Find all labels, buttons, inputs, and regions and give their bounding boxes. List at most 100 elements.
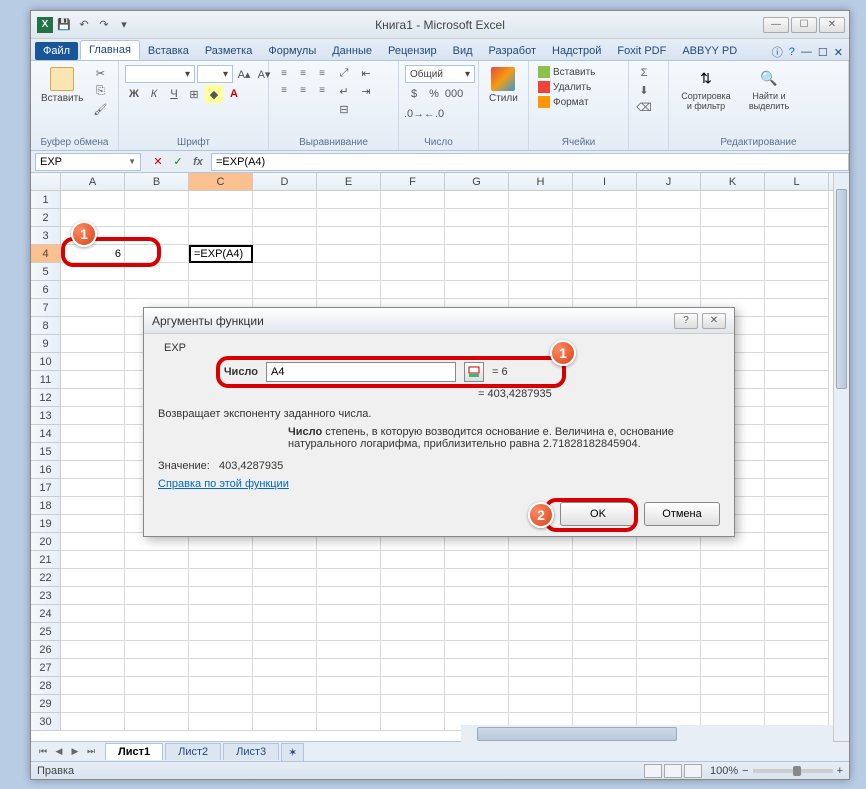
indent-increase-icon[interactable]: ⇥ [357, 83, 375, 99]
cell[interactable] [765, 659, 829, 677]
cell[interactable] [381, 263, 445, 281]
cell[interactable] [189, 587, 253, 605]
enter-formula-icon[interactable]: ✓ [169, 153, 187, 171]
cell[interactable] [317, 605, 381, 623]
cell[interactable] [253, 659, 317, 677]
cell[interactable] [253, 245, 317, 263]
cell[interactable] [445, 641, 509, 659]
row-header[interactable]: 2 [31, 209, 61, 227]
cell[interactable] [61, 479, 125, 497]
cell[interactable] [509, 227, 573, 245]
formula-input[interactable]: =EXP(A4) [211, 153, 849, 171]
redo-icon[interactable]: ↷ [95, 16, 113, 34]
copy-icon[interactable]: ⎘ [91, 83, 109, 99]
cell[interactable] [381, 191, 445, 209]
cell[interactable] [61, 659, 125, 677]
cell[interactable] [445, 677, 509, 695]
cell[interactable] [253, 587, 317, 605]
tab-addins[interactable]: Надстрой [544, 42, 609, 60]
cell[interactable] [61, 677, 125, 695]
increase-decimal-icon[interactable]: .0→ [405, 105, 423, 123]
cell[interactable] [61, 695, 125, 713]
fill-color-button[interactable]: ◆ [205, 85, 223, 103]
new-sheet-button[interactable]: ✶ [281, 743, 304, 761]
cell[interactable] [125, 605, 189, 623]
dialog-close-button[interactable]: ✕ [702, 313, 726, 329]
cell[interactable] [125, 641, 189, 659]
cell[interactable] [509, 623, 573, 641]
cell[interactable] [61, 317, 125, 335]
align-center-icon[interactable]: ≡ [294, 82, 312, 98]
cell[interactable] [445, 569, 509, 587]
cell[interactable] [253, 605, 317, 623]
cancel-formula-icon[interactable]: ✕ [149, 153, 167, 171]
cell[interactable] [509, 191, 573, 209]
tab-insert[interactable]: Вставка [140, 42, 197, 60]
view-layout-icon[interactable] [664, 764, 682, 778]
cell[interactable] [61, 281, 125, 299]
row-header[interactable]: 13 [31, 407, 61, 425]
cell[interactable] [61, 515, 125, 533]
cell[interactable] [765, 209, 829, 227]
cell[interactable] [253, 227, 317, 245]
cell[interactable] [317, 677, 381, 695]
cell[interactable] [381, 227, 445, 245]
find-select-button[interactable]: 🔍 Найти и выделить [741, 65, 797, 113]
cell[interactable] [509, 659, 573, 677]
cell[interactable] [637, 641, 701, 659]
format-cells-button[interactable]: Формат [535, 95, 598, 109]
cell[interactable] [189, 551, 253, 569]
cell[interactable] [701, 605, 765, 623]
cell[interactable] [61, 443, 125, 461]
row-header[interactable]: 16 [31, 461, 61, 479]
bold-button[interactable]: Ж [125, 85, 143, 103]
sort-filter-button[interactable]: ⇅ Сортировка и фильтр [675, 65, 737, 113]
save-icon[interactable]: 💾 [55, 16, 73, 34]
decrease-decimal-icon[interactable]: ←.0 [425, 105, 443, 123]
cell[interactable] [765, 641, 829, 659]
dialog-help-button[interactable]: ? [674, 313, 698, 329]
cell[interactable] [189, 263, 253, 281]
cell[interactable] [61, 713, 125, 731]
cell[interactable] [381, 605, 445, 623]
cell[interactable] [253, 281, 317, 299]
row-header[interactable]: 8 [31, 317, 61, 335]
tab-layout[interactable]: Разметка [197, 42, 261, 60]
cell[interactable] [765, 533, 829, 551]
name-box[interactable]: EXP ▼ [35, 153, 141, 171]
undo-icon[interactable]: ↶ [75, 16, 93, 34]
cell[interactable] [765, 497, 829, 515]
tab-developer[interactable]: Разработ [481, 42, 544, 60]
cell[interactable] [637, 281, 701, 299]
cell[interactable] [509, 605, 573, 623]
cell[interactable] [253, 209, 317, 227]
cell[interactable] [637, 587, 701, 605]
indent-decrease-icon[interactable]: ⇤ [357, 65, 375, 81]
row-header[interactable]: 9 [31, 335, 61, 353]
tab-foxit[interactable]: Foxit PDF [609, 42, 674, 60]
col-header-c[interactable]: C [189, 173, 253, 190]
cell[interactable] [253, 263, 317, 281]
cell[interactable] [509, 263, 573, 281]
cell[interactable] [61, 461, 125, 479]
cell[interactable] [61, 533, 125, 551]
cell[interactable] [317, 191, 381, 209]
percent-icon[interactable]: % [425, 85, 443, 103]
underline-button[interactable]: Ч [165, 85, 183, 103]
cell[interactable] [573, 551, 637, 569]
cell[interactable] [445, 605, 509, 623]
cell[interactable] [765, 677, 829, 695]
cell[interactable] [317, 623, 381, 641]
cell[interactable] [573, 641, 637, 659]
cell[interactable] [445, 587, 509, 605]
cell[interactable] [253, 677, 317, 695]
row-header[interactable]: 3 [31, 227, 61, 245]
cell[interactable] [445, 209, 509, 227]
window-min-icon[interactable]: — [801, 46, 812, 58]
comma-icon[interactable]: 000 [445, 85, 463, 103]
cell[interactable] [701, 569, 765, 587]
minimize-ribbon-icon[interactable]: ⓘ [772, 44, 783, 60]
grow-font-icon[interactable]: A▴ [235, 65, 253, 83]
cell[interactable]: 6 [61, 245, 125, 263]
cell[interactable] [765, 605, 829, 623]
